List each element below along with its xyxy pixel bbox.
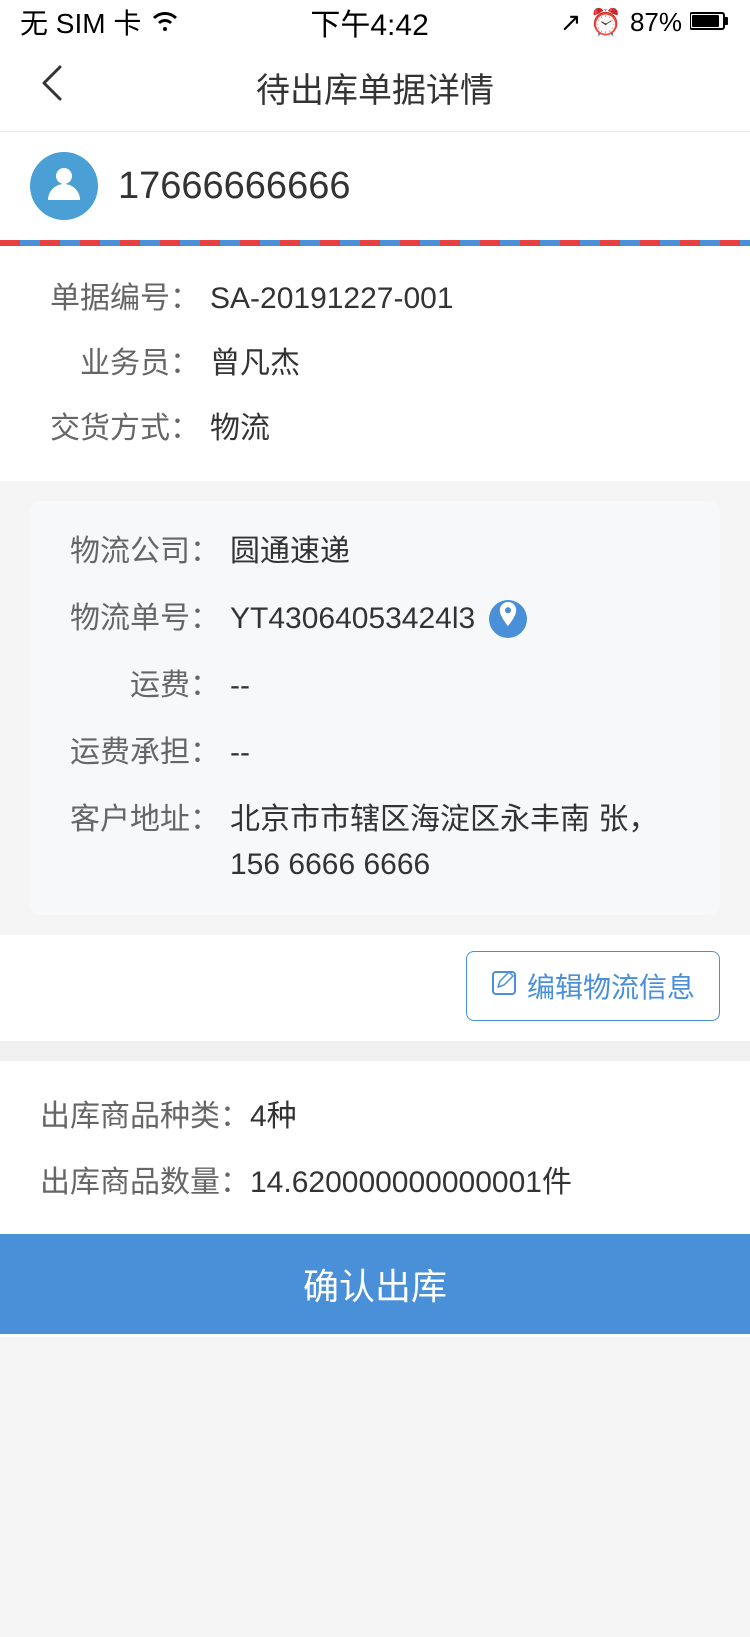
section-divider [0,1041,750,1061]
page-title: 待出库单据详情 [256,63,494,112]
goods-section: 出库商品种类： 4种 出库商品数量： 14.620000000000001件 [0,1061,750,1231]
status-left: 无 SIM 卡 [20,2,179,42]
salesman-label: 业务员： [40,341,200,386]
freight-row: 运费： -- [60,663,690,708]
confirm-button[interactable]: 确认出库 [0,1234,750,1334]
customer-phone: 17666666666 [118,165,350,208]
freight-bearer-value: -- [220,730,690,775]
logistics-company-value: 圆通速递 [220,529,690,574]
freight-label: 运费： [60,663,220,708]
goods-types-row: 出库商品种类： 4种 [40,1091,710,1135]
carrier-text: 无 SIM 卡 [20,2,141,42]
freight-value: -- [220,663,690,708]
address-label: 客户地址： [60,797,220,842]
logistics-tracking-label: 物流单号： [60,596,220,641]
order-info-section: 单据编号： SA-20191227-001 业务员： 曾凡杰 交货方式： 物流 [0,246,750,481]
salesman-value: 曾凡杰 [200,341,710,386]
edit-logistics-button[interactable]: 编辑物流信息 [466,951,720,1021]
nav-bar: 待出库单据详情 [0,44,750,132]
freight-bearer-label: 运费承担： [60,730,220,775]
address-value: 北京市市辖区海淀区永丰南 张，156 6666 6666 [220,797,690,887]
bottom-spacer [0,1337,750,1537]
delivery-label: 交货方式： [40,406,200,451]
logistics-tracking-value: YT43064053424l3 [220,596,690,641]
logistics-tracking-row: 物流单号： YT43064053424l3 [60,596,690,641]
logistics-company-label: 物流公司： [60,529,220,574]
goods-quantity-value: 14.620000000000001件 [250,1157,572,1201]
edit-logistics-section: 编辑物流信息 [0,935,750,1041]
tracking-location-button[interactable] [489,600,527,638]
logistics-card: 物流公司： 圆通速递 物流单号： YT43064053424l3 [30,501,720,915]
order-number-row: 单据编号： SA-20191227-001 [40,276,710,321]
edit-icon [491,970,517,1003]
back-button[interactable] [30,53,74,122]
battery-icon [690,7,730,38]
customer-header: 17666666666 [0,132,750,240]
status-bar: 无 SIM 卡 下午4:42 ↗ ⏰ 87% [0,0,750,44]
status-time: 下午4:42 [310,0,428,44]
alarm-icon: ⏰ [590,7,622,38]
logistics-company-row: 物流公司： 圆通速递 [60,529,690,574]
location-status-icon: ↗ [560,7,582,38]
goods-types-label: 出库商品种类： [40,1091,250,1135]
goods-quantity-label: 出库商品数量： [40,1157,250,1201]
battery-text: 87% [630,7,682,38]
confirm-label: 确认出库 [303,1258,447,1310]
order-number-label: 单据编号： [40,276,200,321]
goods-quantity-row: 出库商品数量： 14.620000000000001件 [40,1157,710,1201]
order-number-value: SA-20191227-001 [200,276,710,321]
status-right: ↗ ⏰ 87% [560,7,730,38]
delivery-row: 交货方式： 物流 [40,406,710,451]
delivery-value: 物流 [200,406,710,451]
salesman-row: 业务员： 曾凡杰 [40,341,710,386]
wifi-icon [151,6,179,38]
location-icon [497,602,519,635]
goods-types-value: 4种 [250,1091,297,1135]
edit-logistics-label: 编辑物流信息 [527,966,695,1006]
address-row: 客户地址： 北京市市辖区海淀区永丰南 张，156 6666 6666 [60,797,690,887]
avatar [30,152,98,220]
freight-bearer-row: 运费承担： -- [60,730,690,775]
avatar-icon [44,162,84,211]
